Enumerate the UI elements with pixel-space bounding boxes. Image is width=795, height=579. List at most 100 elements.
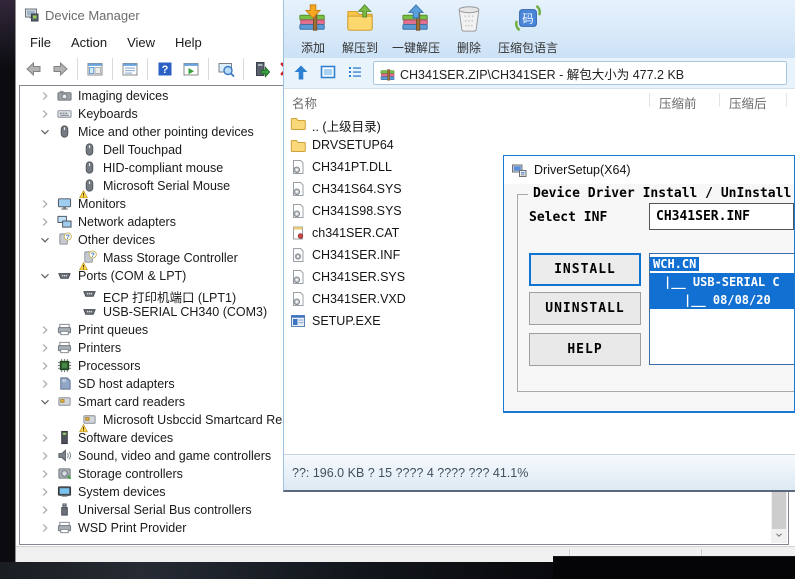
help-icon[interactable]: ?	[155, 59, 175, 79]
chevron-right-icon[interactable]	[38, 341, 52, 355]
scroll-down-button[interactable]	[771, 527, 787, 543]
device-info-line[interactable]: |__ 08/08/20	[650, 291, 795, 309]
menu-help[interactable]: Help	[165, 33, 212, 52]
list-mode-button[interactable]	[346, 63, 366, 83]
driver-setup-dialog: DriverSetup(X64) Device Driver Install /…	[503, 155, 795, 413]
file-row[interactable]: DRVSETUP64	[284, 134, 795, 156]
books-extract-icon	[401, 3, 431, 38]
chevron-right-icon[interactable]	[38, 323, 52, 337]
device-info-line[interactable]: |__ USB-SERIAL C	[650, 273, 795, 291]
smartcard-icon	[57, 394, 72, 409]
mouse-icon	[82, 142, 97, 157]
port-icon	[82, 304, 97, 319]
inf-select-combo[interactable]: CH341SER.INF	[649, 203, 794, 230]
chevron-right-icon[interactable]	[38, 503, 52, 517]
column-divider	[719, 93, 720, 107]
chevron-right-icon[interactable]	[38, 521, 52, 535]
file-row[interactable]: .. (上级目录)	[284, 112, 795, 134]
column-header[interactable]: 压缩后	[729, 93, 767, 112]
software-icon	[57, 430, 72, 445]
svg-text:码: 码	[522, 13, 533, 26]
chevron-right-icon[interactable]	[38, 359, 52, 373]
sysfile-icon	[290, 159, 306, 175]
books-add-icon	[298, 3, 328, 38]
dialog-titlebar[interactable]: DriverSetup(X64)	[504, 156, 794, 184]
forward-icon[interactable]	[50, 59, 70, 79]
storage-icon	[57, 466, 72, 481]
toolbar-separator	[147, 58, 148, 80]
extract-to-button[interactable]: 解压到	[342, 0, 378, 56]
chevron-down-icon[interactable]	[38, 233, 52, 247]
chevron-right-icon[interactable]	[38, 449, 52, 463]
toolbar-separator	[77, 58, 78, 80]
sysfile-icon	[290, 203, 306, 219]
group-box-title: Device Driver Install / UnInstall	[528, 186, 795, 201]
unknown-icon: ?	[57, 232, 72, 247]
back-icon[interactable]	[24, 59, 44, 79]
printer-icon	[57, 520, 72, 535]
toolbar-separator	[208, 58, 209, 80]
sysfile-icon	[290, 291, 306, 307]
toolbar-separator	[243, 58, 244, 80]
uninstall-button[interactable]: UNINSTALL	[529, 292, 641, 325]
help-button[interactable]: HELP	[529, 333, 641, 366]
chevron-down-icon[interactable]	[38, 269, 52, 283]
chevron-right-icon[interactable]	[38, 431, 52, 445]
address-text: CH341SER.ZIP\CH341SER - 解包大小为 477.2 KB	[400, 64, 684, 83]
imaging-icon	[57, 88, 72, 103]
chevron-down-icon[interactable]	[38, 125, 52, 139]
archive-navbar: CH341SER.ZIP\CH341SER - 解包大小为 477.2 KB	[284, 58, 795, 88]
device-manager-app-icon	[23, 7, 39, 23]
address-bar[interactable]: CH341SER.ZIP\CH341SER - 解包大小为 477.2 KB	[373, 61, 787, 85]
chevron-right-icon[interactable]	[38, 107, 52, 121]
one-click-extract-button[interactable]: 一键解压	[392, 0, 440, 56]
mouse-icon	[57, 124, 72, 139]
device-info-listbox[interactable]: WCH.CN|__ USB-SERIAL C|__ 08/08/20	[649, 253, 795, 365]
chip-icon	[57, 358, 72, 373]
folder-icon	[290, 115, 306, 131]
column-header[interactable]: 名称	[292, 93, 317, 112]
column-divider	[786, 93, 787, 107]
chevron-right-icon[interactable]	[38, 485, 52, 499]
add-button[interactable]: 添加	[298, 0, 328, 56]
scan-hardware-changes-icon[interactable]	[216, 59, 236, 79]
window-title: Device Manager	[45, 8, 140, 23]
trash-icon	[454, 3, 484, 38]
chevron-right-icon[interactable]	[38, 467, 52, 481]
update-driver-icon[interactable]	[251, 59, 271, 79]
monitor-icon	[57, 196, 72, 211]
network-icon	[57, 214, 72, 229]
sd-icon	[57, 376, 72, 391]
warning-icon	[79, 258, 88, 267]
properties-icon[interactable]	[120, 59, 140, 79]
chevron-right-icon[interactable]	[38, 197, 52, 211]
chevron-right-icon[interactable]	[38, 215, 52, 229]
device-info-line[interactable]: WCH.CN	[650, 255, 795, 273]
archive-language-button[interactable]: 码压缩包语言	[498, 0, 558, 56]
menu-file[interactable]: File	[20, 33, 61, 52]
desktop-dark-window	[553, 556, 795, 579]
folder-icon	[290, 137, 306, 153]
chevron-right-icon[interactable]	[38, 89, 52, 103]
delete-button[interactable]: 删除	[454, 0, 484, 56]
console-tree-icon[interactable]	[85, 59, 105, 79]
chevron-down-icon[interactable]	[38, 395, 52, 409]
tree-item[interactable]: WSD Print Provider	[20, 519, 771, 537]
setup-app-icon	[511, 162, 527, 178]
menu-action[interactable]: Action	[61, 33, 117, 52]
chevron-right-icon[interactable]	[38, 377, 52, 391]
file-list-header: 名称 压缩前 压缩后	[284, 88, 795, 111]
install-button[interactable]: INSTALL	[529, 253, 641, 286]
column-header[interactable]: 压缩前	[659, 93, 697, 112]
archive-statusbar: ??: 196.0 KB ? 15 ???? 4 ???? ??? 41.1%	[284, 454, 795, 490]
select-inf-label: Select INF	[529, 210, 607, 225]
view-mode-button[interactable]	[319, 63, 339, 83]
tree-item[interactable]: Universal Serial Bus controllers	[20, 501, 771, 519]
warning-icon	[79, 186, 88, 195]
up-directory-button[interactable]	[292, 63, 312, 83]
export-list-icon[interactable]	[181, 59, 201, 79]
menu-view[interactable]: View	[117, 33, 165, 52]
keyboard-icon	[57, 106, 72, 121]
exefile-icon	[290, 313, 306, 329]
column-divider	[649, 93, 650, 107]
